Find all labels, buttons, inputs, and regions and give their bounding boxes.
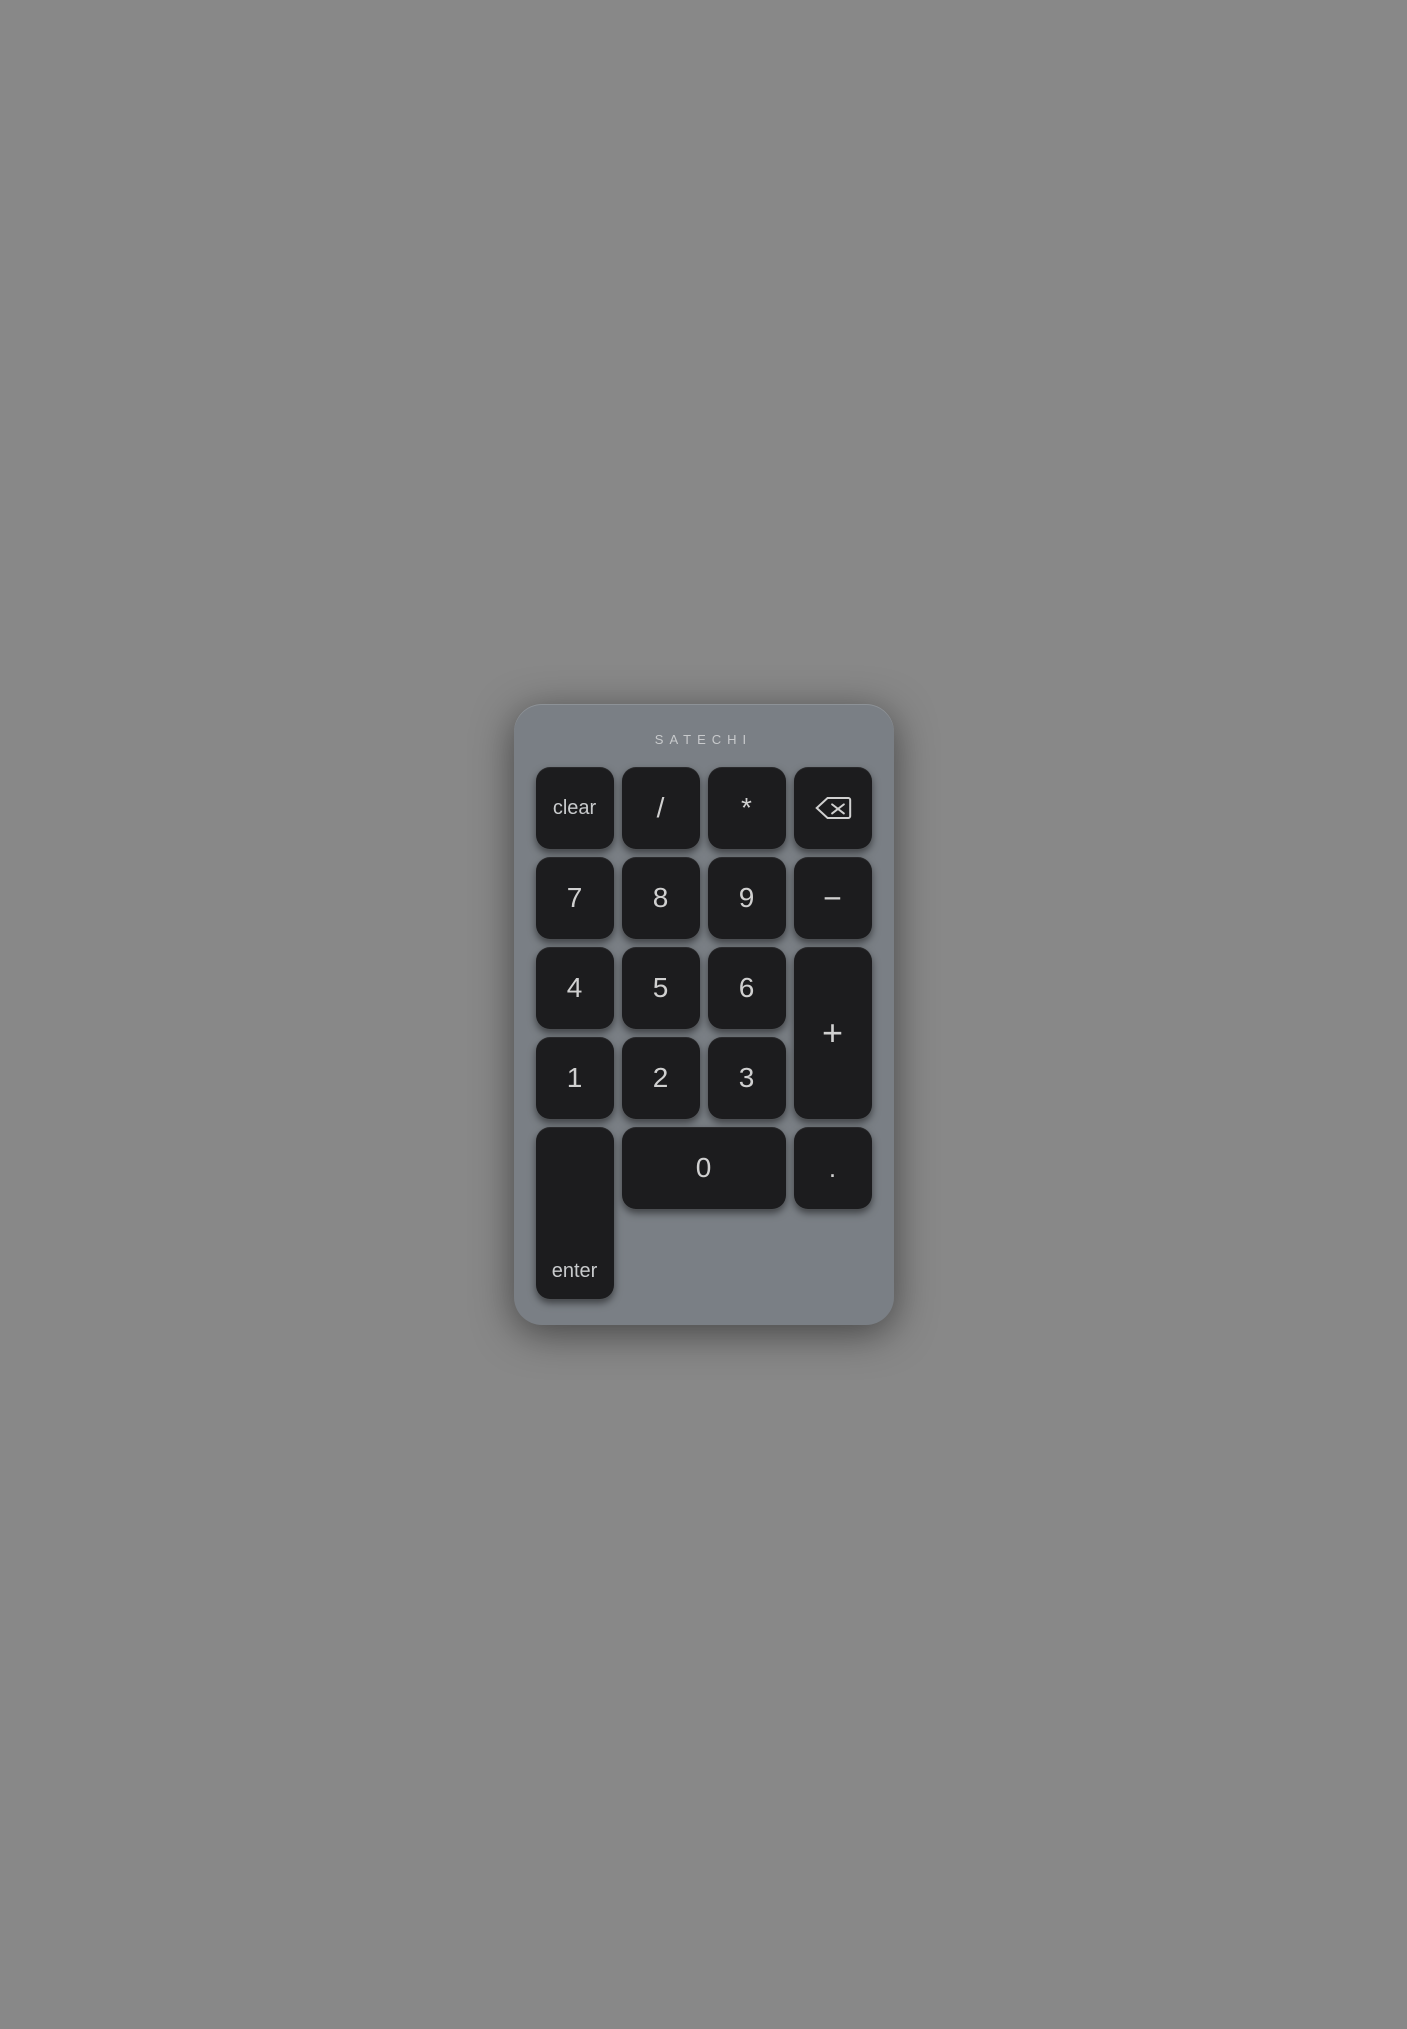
nine-key[interactable]: 9: [708, 857, 786, 939]
zero-key[interactable]: 0: [622, 1127, 786, 1209]
four-key[interactable]: 4: [536, 947, 614, 1029]
backspace-icon: [814, 795, 852, 821]
divide-key[interactable]: /: [622, 767, 700, 849]
multiply-key[interactable]: *: [708, 767, 786, 849]
five-key[interactable]: 5: [622, 947, 700, 1029]
seven-key[interactable]: 7: [536, 857, 614, 939]
six-key[interactable]: 6: [708, 947, 786, 1029]
three-key[interactable]: 3: [708, 1037, 786, 1119]
brand-label: SATECHI: [536, 732, 872, 747]
dot-key[interactable]: .: [794, 1127, 872, 1209]
enter-key[interactable]: enter: [536, 1127, 614, 1299]
two-key[interactable]: 2: [622, 1037, 700, 1119]
numpad-device: SATECHI clear / * 7 8 9 − 4 5 6 + 1 2 3: [514, 704, 894, 1325]
clear-key[interactable]: clear: [536, 767, 614, 849]
backspace-key[interactable]: [794, 767, 872, 849]
plus-key[interactable]: +: [794, 947, 872, 1119]
keys-grid: clear / * 7 8 9 − 4 5 6 + 1 2 3 enter 0: [536, 767, 872, 1299]
one-key[interactable]: 1: [536, 1037, 614, 1119]
eight-key[interactable]: 8: [622, 857, 700, 939]
minus-key[interactable]: −: [794, 857, 872, 939]
